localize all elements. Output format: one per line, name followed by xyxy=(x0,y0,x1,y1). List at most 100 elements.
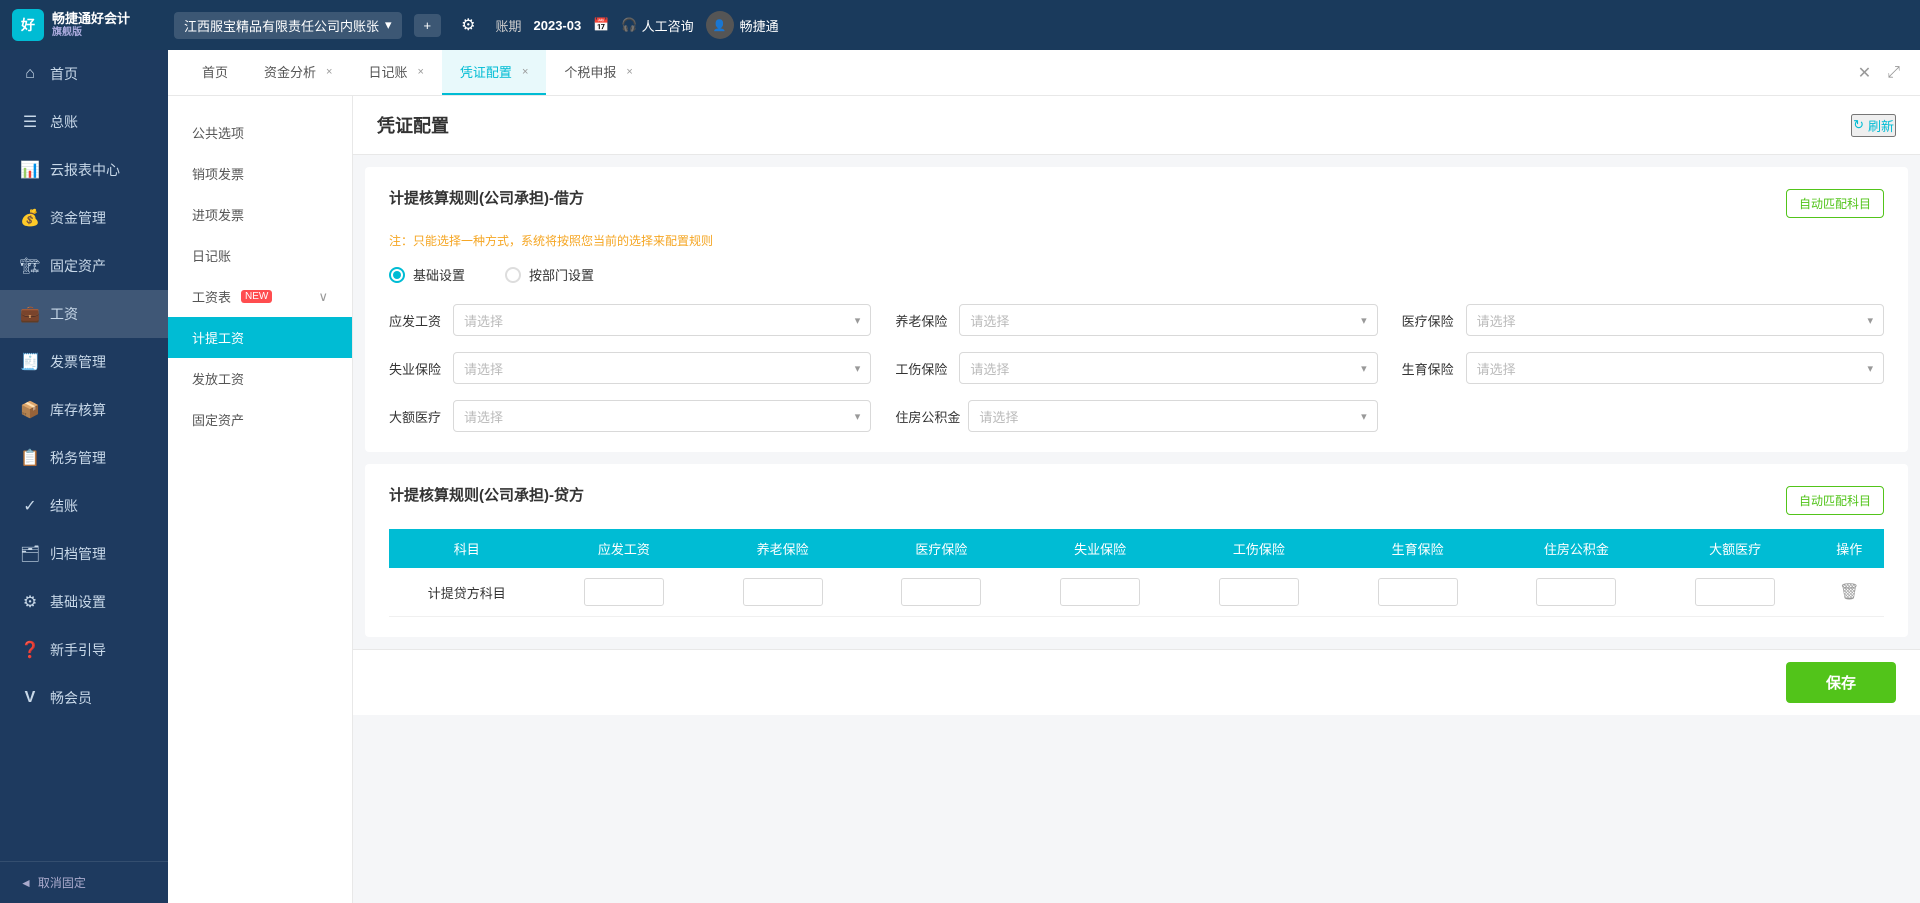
member-icon: V xyxy=(20,689,40,707)
sidebar-item-settings[interactable]: ⚙ 基础设置 xyxy=(0,578,168,626)
col-pension: 养老保险 xyxy=(703,529,862,568)
tab-tax-filing[interactable]: 个税申报 × xyxy=(546,50,650,95)
sidebar-item-assets[interactable]: 🏗 固定资产 xyxy=(0,242,168,290)
tab-tax-close[interactable]: × xyxy=(626,66,632,78)
input-medical[interactable] xyxy=(901,578,981,606)
consultation-button[interactable]: 🎧 人工咨询 xyxy=(621,16,693,35)
tab-funds-close[interactable]: × xyxy=(326,66,332,78)
sidebar-item-inventory[interactable]: 📦 库存核算 xyxy=(0,386,168,434)
salary-icon: 💼 xyxy=(20,304,40,324)
radio-department-settings[interactable]: 按部门设置 xyxy=(505,265,594,284)
save-button[interactable]: 保存 xyxy=(1786,662,1896,703)
sidebar-item-salary[interactable]: 💼 工资 xyxy=(0,290,168,338)
input-salary[interactable] xyxy=(584,578,664,606)
close-accounts-icon: ✓ xyxy=(20,496,40,516)
sidebar-item-close[interactable]: ✓ 结账 xyxy=(0,482,168,530)
sidebar-item-archive[interactable]: 🗂 归档管理 xyxy=(0,530,168,578)
sidebar-item-tax[interactable]: 📋 税务管理 xyxy=(0,434,168,482)
table-row: 计提贷方科目 🗑 xyxy=(389,568,1884,617)
add-button[interactable]: + xyxy=(414,14,442,37)
input-maternity[interactable] xyxy=(1378,578,1458,606)
sidebar-label-home: 首页 xyxy=(50,64,78,84)
input-pension[interactable] xyxy=(743,578,823,606)
select-pension[interactable]: 请选择 ▾ xyxy=(959,304,1377,336)
company-selector[interactable]: 江西服宝精品有限责任公司内账张 ▾ xyxy=(174,12,402,39)
period-label: 账期 xyxy=(495,16,521,35)
select-salary[interactable]: 请选择 ▾ xyxy=(453,304,871,336)
tab-close-all-button[interactable]: ✕ xyxy=(1854,59,1875,87)
tax-icon: 📋 xyxy=(20,448,40,468)
ledger-icon: ☰ xyxy=(20,112,40,132)
label-maternity: 生育保险 xyxy=(1402,359,1458,378)
tab-funds-label: 资金分析 xyxy=(264,62,316,81)
sub-sidebar-sales-invoice[interactable]: 销项发票 xyxy=(168,153,352,194)
select-medical[interactable]: 请选择 ▾ xyxy=(1466,304,1884,336)
radio-basic-settings[interactable]: 基础设置 xyxy=(389,265,465,284)
radio-group: 基础设置 按部门设置 xyxy=(389,265,1884,284)
inventory-icon: 📦 xyxy=(20,400,40,420)
cell-delete[interactable]: 🗑 xyxy=(1814,568,1884,617)
top-bar: 好 畅捷通好会计 旗舰版 江西服宝精品有限责任公司内账张 ▾ + ⚙ 账期 20… xyxy=(0,0,1920,50)
cell-housing-input[interactable] xyxy=(1497,568,1656,617)
select-medical-placeholder: 请选择 xyxy=(1477,311,1516,330)
input-unemployment[interactable] xyxy=(1060,578,1140,606)
form-row-unemployment: 失业保险 请选择 ▾ xyxy=(389,352,871,384)
sub-sidebar-payroll-table[interactable]: 工资表 NEW ∨ xyxy=(168,276,352,317)
sub-sidebar-pay-salary[interactable]: 发放工资 xyxy=(168,358,352,399)
radio-basic-circle xyxy=(389,267,405,283)
tab-journal-close[interactable]: × xyxy=(417,66,423,78)
cell-unemployment-input[interactable] xyxy=(1021,568,1180,617)
select-unemployment[interactable]: 请选择 ▾ xyxy=(453,352,871,384)
select-injury[interactable]: 请选择 ▾ xyxy=(959,352,1377,384)
cell-maternity-input[interactable] xyxy=(1338,568,1497,617)
select-salary-placeholder: 请选择 xyxy=(464,311,503,330)
sub-sidebar-purchase-invoice[interactable]: 进项发票 xyxy=(168,194,352,235)
sub-sidebar-journal[interactable]: 日记账 xyxy=(168,235,352,276)
cell-medical-input[interactable] xyxy=(862,568,1021,617)
sidebar-item-reports[interactable]: 📊 云报表中心 xyxy=(0,146,168,194)
sidebar-item-ledger[interactable]: ☰ 总账 xyxy=(0,98,168,146)
select-major-medical[interactable]: 请选择 ▾ xyxy=(453,400,871,432)
page-container: 公共选项 销项发票 进项发票 日记账 工资表 NEW ∨ 计提工资 xyxy=(168,96,1920,903)
cell-injury-input[interactable] xyxy=(1179,568,1338,617)
refresh-button[interactable]: ↻ 刷新 xyxy=(1851,114,1896,137)
app-name: 畅捷通好会计 xyxy=(52,11,130,27)
settings-button[interactable]: ⚙ xyxy=(453,11,483,39)
tab-expand-button[interactable]: ⤢ xyxy=(1883,60,1904,86)
tab-funds-analysis[interactable]: 资金分析 × xyxy=(246,50,350,95)
col-unemployment: 失业保险 xyxy=(1021,529,1180,568)
sidebar-item-guide[interactable]: ❓ 新手引导 xyxy=(0,626,168,674)
cell-pension-input[interactable] xyxy=(703,568,862,617)
sidebar-item-home[interactable]: ⌂ 首页 xyxy=(0,50,168,98)
input-major-medical[interactable] xyxy=(1695,578,1775,606)
chevron-injury: ▾ xyxy=(1361,362,1367,375)
sub-sidebar-accrued-salary[interactable]: 计提工资 xyxy=(168,317,352,358)
sub-sidebar-public-options[interactable]: 公共选项 xyxy=(168,112,352,153)
tab-journal[interactable]: 日记账 × xyxy=(350,50,441,95)
sidebar-item-funds[interactable]: 💰 资金管理 xyxy=(0,194,168,242)
select-maternity[interactable]: 请选择 ▾ xyxy=(1466,352,1884,384)
sub-sidebar-label-payroll: 工资表 xyxy=(192,287,231,306)
cell-major-medical-input[interactable] xyxy=(1656,568,1815,617)
label-salary: 应发工资 xyxy=(389,311,445,330)
debit-auto-match-button[interactable]: 自动匹配科目 xyxy=(1786,189,1884,218)
expand-icon[interactable]: ∨ xyxy=(318,289,328,305)
input-housing[interactable] xyxy=(1536,578,1616,606)
user-area[interactable]: 👤 畅捷通 xyxy=(706,11,779,39)
credit-auto-match-button[interactable]: 自动匹配科目 xyxy=(1786,486,1884,515)
cancel-fixed-label: 取消固定 xyxy=(38,874,86,891)
page-title: 凭证配置 xyxy=(377,112,449,138)
tab-home[interactable]: 首页 xyxy=(184,50,246,95)
sub-sidebar-fixed-assets[interactable]: 固定资产 xyxy=(168,399,352,440)
input-injury[interactable] xyxy=(1219,578,1299,606)
sidebar-item-member[interactable]: V 畅会员 xyxy=(0,674,168,722)
tab-voucher-config[interactable]: 凭证配置 × xyxy=(442,50,546,95)
sidebar-item-invoice[interactable]: 🧾 发票管理 xyxy=(0,338,168,386)
calendar-icon[interactable]: 📅 xyxy=(593,17,609,33)
tab-voucher-close[interactable]: × xyxy=(522,66,528,78)
delete-icon[interactable]: 🗑 xyxy=(1839,584,1859,601)
page-header: 凭证配置 ↻ 刷新 xyxy=(353,96,1920,155)
cell-salary-input[interactable] xyxy=(544,568,703,617)
cancel-fixed-button[interactable]: ◄ 取消固定 xyxy=(0,861,168,903)
select-housing-fund[interactable]: 请选择 ▾ xyxy=(968,400,1377,432)
